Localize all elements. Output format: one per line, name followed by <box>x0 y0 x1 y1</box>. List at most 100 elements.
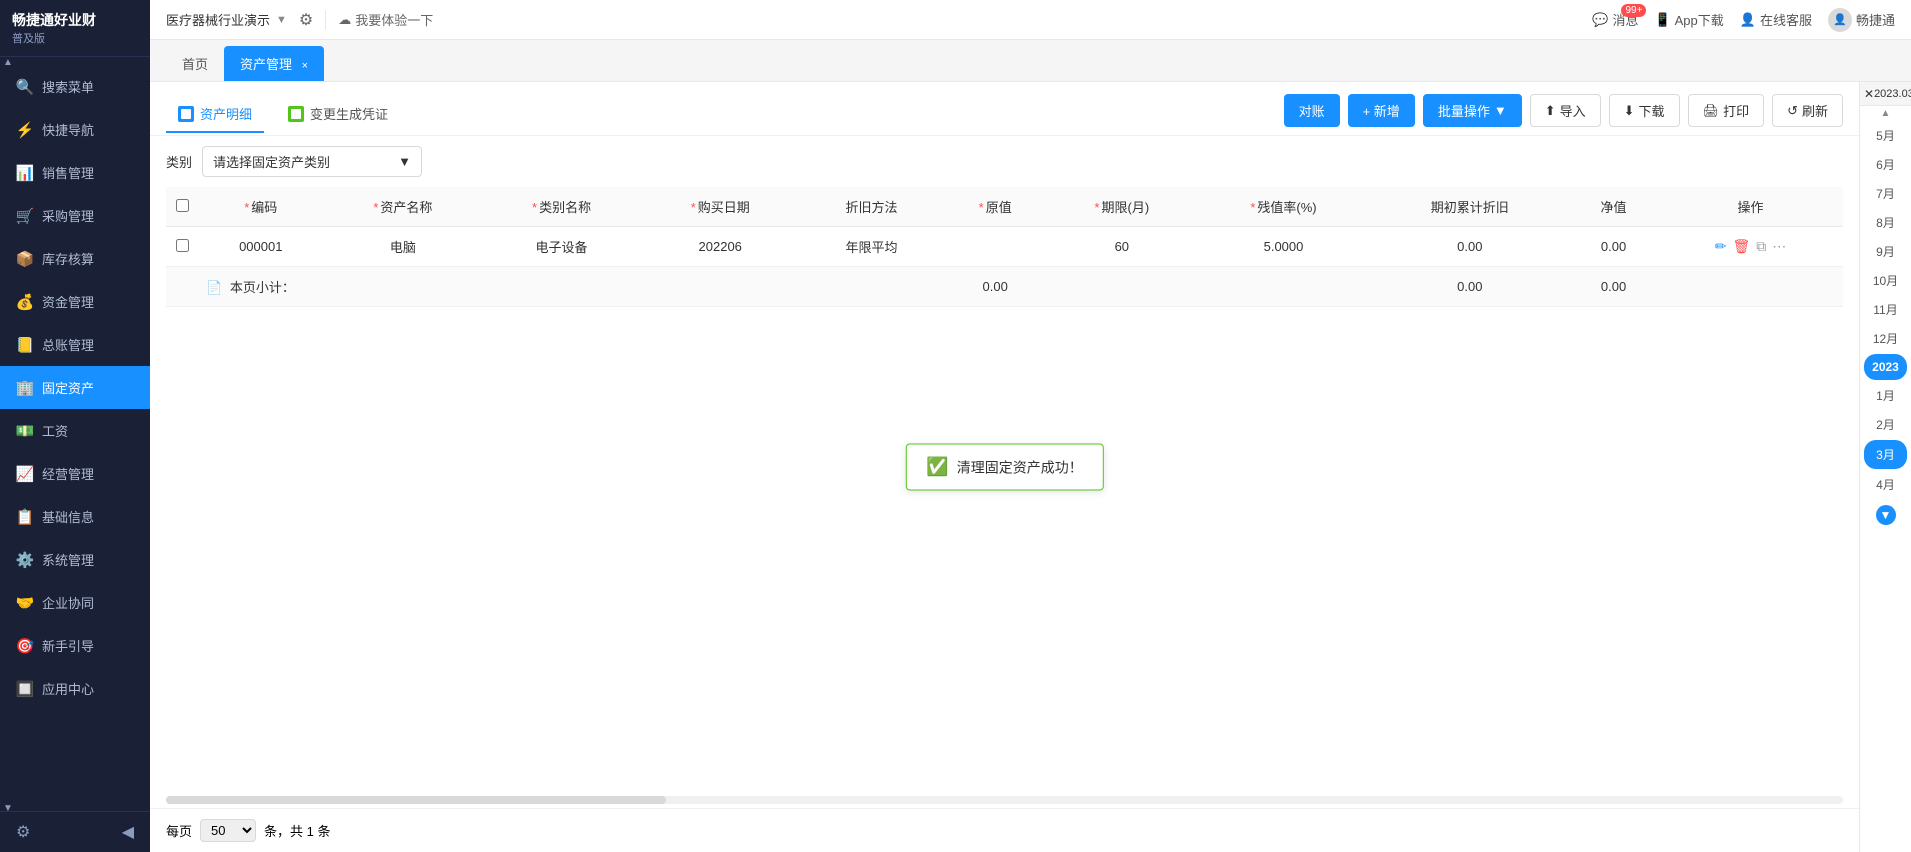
col-actions: 操作 <box>1658 187 1843 227</box>
tabs-bar: 首页 资产管理 × <box>150 40 1911 82</box>
col-category: *类别名称 <box>482 187 641 227</box>
company-dropdown-icon: ▼ <box>276 14 287 26</box>
system-icon: ⚙️ <box>16 551 34 569</box>
month-item-9[interactable]: 9月 <box>1860 237 1911 266</box>
edit-icon[interactable]: ✏ <box>1715 238 1727 255</box>
collapse-sidebar-icon[interactable]: ◀ <box>122 822 134 842</box>
header-checkbox-cell <box>166 187 198 227</box>
table-header-row: *编码 *资产名称 *类别名称 *购买日期 折旧方法 *原值 *期限(月) *残… <box>166 187 1843 227</box>
download-icon: ⬇ <box>1624 103 1635 119</box>
col-code: *编码 <box>198 187 324 227</box>
sidebar-item-purchase[interactable]: 🛒 采购管理 <box>0 194 150 237</box>
sidebar-item-basic-info[interactable]: 📋 基础信息 <box>0 495 150 538</box>
year-label-2023[interactable]: 2023 <box>1864 354 1907 380</box>
month-item-2[interactable]: 2月 <box>1860 410 1911 439</box>
year-display: 2023.03 <box>1874 88 1911 100</box>
sidebar-item-ledger[interactable]: 📒 总账管理 <box>0 323 150 366</box>
row-checkbox[interactable] <box>176 239 189 252</box>
cell-residual-rate: 5.0000 <box>1197 227 1371 267</box>
app-download-button[interactable]: 📱 App下载 <box>1654 10 1723 29</box>
month-item-11[interactable]: 11月 <box>1860 295 1911 324</box>
horizontal-scrollbar[interactable] <box>166 796 1843 804</box>
month-item-4[interactable]: 4月 <box>1860 470 1911 499</box>
sub-tab-voucher[interactable]: 变更生成凭证 <box>276 96 400 133</box>
user-avatar-button[interactable]: 👤 畅捷通 <box>1828 8 1895 32</box>
sidebar-item-cooperation[interactable]: 🤝 企业协同 <box>0 581 150 624</box>
reconcile-button[interactable]: 对账 <box>1284 94 1340 127</box>
sidebar-item-sales[interactable]: 📊 销售管理 <box>0 151 150 194</box>
sub-tab-asset-detail[interactable]: 资产明细 <box>166 96 264 133</box>
company-selector[interactable]: 医疗器械行业演示 ▼ <box>166 10 287 29</box>
per-page-select[interactable]: 50 100 200 <box>200 819 256 842</box>
col-name: *资产名称 <box>324 187 483 227</box>
month-item-3-active[interactable]: 3月 <box>1864 440 1907 469</box>
sidebar-item-app-center[interactable]: 🔲 应用中心 <box>0 667 150 710</box>
sidebar-item-management[interactable]: 📈 经营管理 <box>0 452 150 495</box>
logo: 畅捷通好业财 普及版 <box>0 0 150 57</box>
sidebar-item-newbie[interactable]: 🎯 新手引导 <box>0 624 150 667</box>
settings-icon[interactable]: ⚙ <box>299 10 313 30</box>
scrollbar-thumb[interactable] <box>166 796 666 804</box>
pagination-bar: 每页 50 100 200 条，共 1 条 <box>150 808 1859 852</box>
sidebar-item-salary[interactable]: 💵 工资 <box>0 409 150 452</box>
col-depreciation-method: 折旧方法 <box>800 187 944 227</box>
online-service-button[interactable]: 👤 在线客服 <box>1740 10 1812 29</box>
voucher-tab-icon <box>288 106 304 122</box>
salary-icon: 💵 <box>16 422 34 440</box>
management-icon: 📈 <box>16 465 34 483</box>
sub-tab-voucher-label: 变更生成凭证 <box>310 104 388 123</box>
category-select[interactable]: 请选择固定资产类别 ▼ <box>202 146 422 177</box>
delete-icon[interactable]: 🗑 <box>1732 238 1750 255</box>
app-subtitle: 普及版 <box>12 30 138 46</box>
month-item-5[interactable]: 5月 <box>1860 121 1911 150</box>
tab-home[interactable]: 首页 <box>166 46 224 81</box>
sidebar-item-capital[interactable]: 💰 资金管理 <box>0 280 150 323</box>
row-action-buttons: ✏ 🗑 ⧉ ⋯ <box>1666 238 1835 255</box>
basic-info-icon: 📋 <box>16 508 34 526</box>
sidebar-item-inventory[interactable]: 📦 库存核算 <box>0 237 150 280</box>
app-title: 畅捷通好业财 <box>12 10 138 30</box>
sidebar-item-fixed-assets[interactable]: 🏢 固定资产 <box>0 366 150 409</box>
message-icon: 💬 <box>1592 12 1608 28</box>
import-button[interactable]: ⬆ 导入 <box>1530 94 1601 127</box>
settings-bottom-icon[interactable]: ⚙ <box>16 822 30 842</box>
year-month-panel: ✕ 2023.03 ⤡ ▲ 5月 6月 7月 8月 9月 10月 11月 12月… <box>1859 82 1911 852</box>
fixed-assets-icon: 🏢 <box>16 379 34 397</box>
row-checkbox-cell <box>166 227 198 267</box>
months-scroll-down[interactable]: ▼ <box>1860 499 1911 531</box>
month-item-10[interactable]: 10月 <box>1860 266 1911 295</box>
experience-label: 我要体验一下 <box>355 10 433 29</box>
new-button[interactable]: + 新增 <box>1348 94 1415 127</box>
print-button[interactable]: 🖨 打印 <box>1688 94 1765 127</box>
year-panel-header: ✕ 2023.03 ⤡ <box>1860 82 1911 106</box>
sidebar-item-quick-nav[interactable]: ⚡ 快捷导航 <box>0 108 150 151</box>
more-icon[interactable]: ⋯ <box>1772 238 1786 255</box>
tab-close-icon[interactable]: × <box>302 60 308 72</box>
month-item-12[interactable]: 12月 <box>1860 324 1911 353</box>
sidebar-item-system[interactable]: ⚙️ 系统管理 <box>0 538 150 581</box>
col-original-value: *原值 <box>943 187 1047 227</box>
batch-ops-button[interactable]: 批量操作 ▼ <box>1423 94 1522 127</box>
subtotal-empty4 <box>1658 267 1843 307</box>
month-item-8[interactable]: 8月 <box>1860 208 1911 237</box>
sidebar-scroll-up[interactable]: ▲ <box>0 57 16 65</box>
refresh-label: 刷新 <box>1802 101 1828 120</box>
close-panel-icon[interactable]: ✕ <box>1864 87 1874 101</box>
experience-button[interactable]: ☁ 我要体验一下 <box>338 10 433 29</box>
month-item-6[interactable]: 6月 <box>1860 150 1911 179</box>
months-scroll-up[interactable]: ▲ <box>1860 106 1911 121</box>
sidebar-item-search[interactable]: 🔍 搜索菜单 <box>0 65 150 108</box>
refresh-button[interactable]: ↺ 刷新 <box>1772 94 1843 127</box>
sidebar-scroll-down[interactable]: ▼ <box>0 803 16 811</box>
sidebar-item-label: 经营管理 <box>42 464 94 483</box>
select-all-checkbox[interactable] <box>176 199 189 212</box>
cloud-icon: ☁ <box>338 12 351 28</box>
company-name: 医疗器械行业演示 <box>166 10 270 29</box>
messages-button[interactable]: 💬 消息 99+ <box>1592 10 1638 29</box>
copy-icon[interactable]: ⧉ <box>1756 238 1766 255</box>
month-item-1[interactable]: 1月 <box>1860 381 1911 410</box>
category-dropdown-icon: ▼ <box>398 154 411 169</box>
download-button[interactable]: ⬇ 下载 <box>1609 94 1680 127</box>
tab-asset-management[interactable]: 资产管理 × <box>224 46 324 81</box>
month-item-7[interactable]: 7月 <box>1860 179 1911 208</box>
